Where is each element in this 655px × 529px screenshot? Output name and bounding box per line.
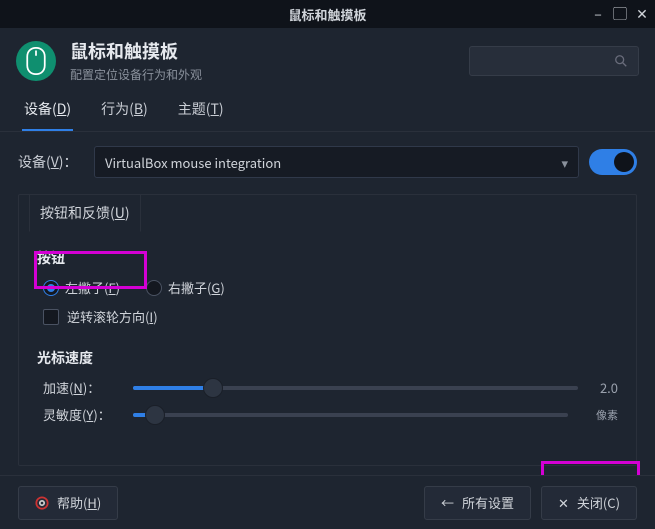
sensitivity-row: 灵敏度(Y)： 像素	[43, 405, 618, 424]
device-toggle[interactable]	[589, 149, 637, 175]
reverse-scroll-label: 逆转滚轮方向(I)	[67, 307, 158, 326]
lifebuoy-icon	[35, 496, 49, 510]
acceleration-slider[interactable]	[133, 379, 578, 397]
search-input[interactable]	[469, 46, 639, 76]
tab-devices[interactable]: 设备(D)	[22, 93, 73, 131]
handedness-radios: 左撇子(F) 右撇子(G)	[43, 278, 618, 297]
window-controls: – ▢ ✕	[591, 0, 649, 28]
buttons-feedback-group: 按钮和反馈(U) 按钮 左撇子(F) 右撇子(G) 逆转滚轮方向(I)	[18, 194, 637, 466]
page-subtitle: 配置定位设备行为和外观	[70, 66, 202, 83]
content: 设备(V)： VirtualBox mouse integration ▾ 按钮…	[0, 132, 655, 466]
close-label: 关闭(C)	[577, 493, 620, 512]
chevron-down-icon: ▾	[561, 153, 568, 172]
right-handed-label: 右撇子(G)	[168, 278, 225, 297]
all-settings-label: 所有设置	[462, 493, 514, 512]
header: 鼠标和触摸板 配置定位设备行为和外观	[0, 28, 655, 89]
acceleration-value: 2.0	[578, 378, 618, 397]
help-label: 帮助(H)	[57, 493, 101, 512]
group-tab-buttons-feedback[interactable]: 按钮和反馈(U)	[29, 194, 141, 232]
left-handed-radio[interactable]: 左撇子(F)	[43, 278, 120, 297]
sensitivity-unit: 像素	[568, 407, 618, 423]
help-button[interactable]: 帮助(H)	[18, 486, 118, 520]
window-title: 鼠标和触摸板	[288, 5, 366, 24]
arrow-left-icon: ←	[441, 493, 454, 512]
maximize-icon[interactable]: ▢	[613, 7, 627, 21]
acceleration-label: 加速(N)：	[43, 378, 133, 397]
buttons-heading: 按钮	[37, 248, 618, 268]
radio-icon	[146, 280, 162, 296]
device-row: 设备(V)： VirtualBox mouse integration ▾	[18, 146, 637, 178]
all-settings-button[interactable]: ← 所有设置	[424, 486, 531, 520]
checkbox-icon	[43, 309, 59, 325]
tab-behavior[interactable]: 行为(B)	[99, 93, 150, 131]
device-combo[interactable]: VirtualBox mouse integration ▾	[94, 146, 579, 178]
device-value: VirtualBox mouse integration	[105, 153, 281, 172]
acceleration-row: 加速(N)： 2.0	[43, 378, 618, 397]
titlebar: 鼠标和触摸板 – ▢ ✕	[0, 0, 655, 28]
mouse-icon	[16, 41, 56, 81]
sensitivity-label: 灵敏度(Y)：	[43, 405, 133, 424]
right-handed-radio[interactable]: 右撇子(G)	[146, 278, 225, 297]
tabs: 设备(D) 行为(B) 主题(T)	[0, 89, 655, 132]
page-title: 鼠标和触摸板	[70, 38, 202, 64]
tab-theme[interactable]: 主题(T)	[176, 93, 226, 131]
sensitivity-slider[interactable]	[133, 406, 568, 424]
bottom-bar: 帮助(H) ← 所有设置 ✕ 关闭(C)	[0, 475, 655, 529]
radio-icon	[43, 280, 59, 296]
left-handed-label: 左撇子(F)	[65, 278, 120, 297]
close-button[interactable]: ✕ 关闭(C)	[541, 486, 637, 520]
close-icon: ✕	[558, 493, 569, 512]
search-icon	[614, 54, 628, 68]
header-text: 鼠标和触摸板 配置定位设备行为和外观	[70, 38, 202, 83]
close-icon[interactable]: ✕	[635, 7, 649, 21]
cursor-speed-heading: 光标速度	[37, 348, 618, 368]
minimize-icon[interactable]: –	[591, 7, 605, 21]
reverse-scroll-row[interactable]: 逆转滚轮方向(I)	[43, 307, 618, 326]
device-label: 设备(V)：	[18, 152, 84, 172]
